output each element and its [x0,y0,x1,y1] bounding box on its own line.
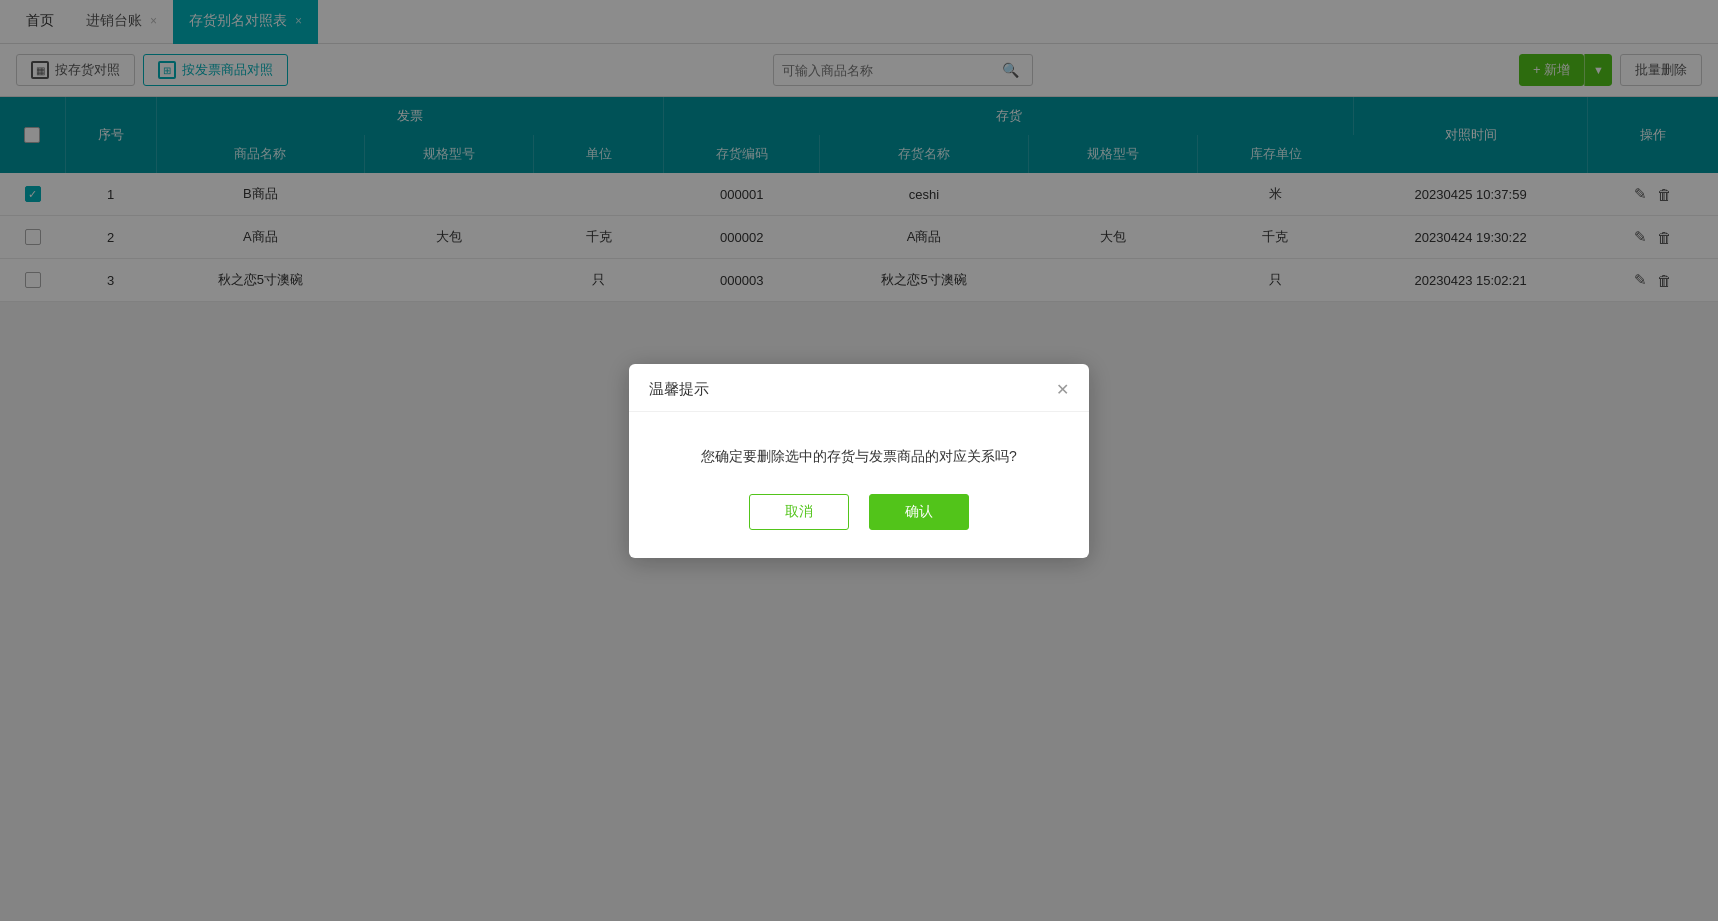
dialog-overlay: 温馨提示 ✕ 您确定要删除选中的存货与发票商品的对应关系吗? 取消 确认 [0,0,1718,302]
